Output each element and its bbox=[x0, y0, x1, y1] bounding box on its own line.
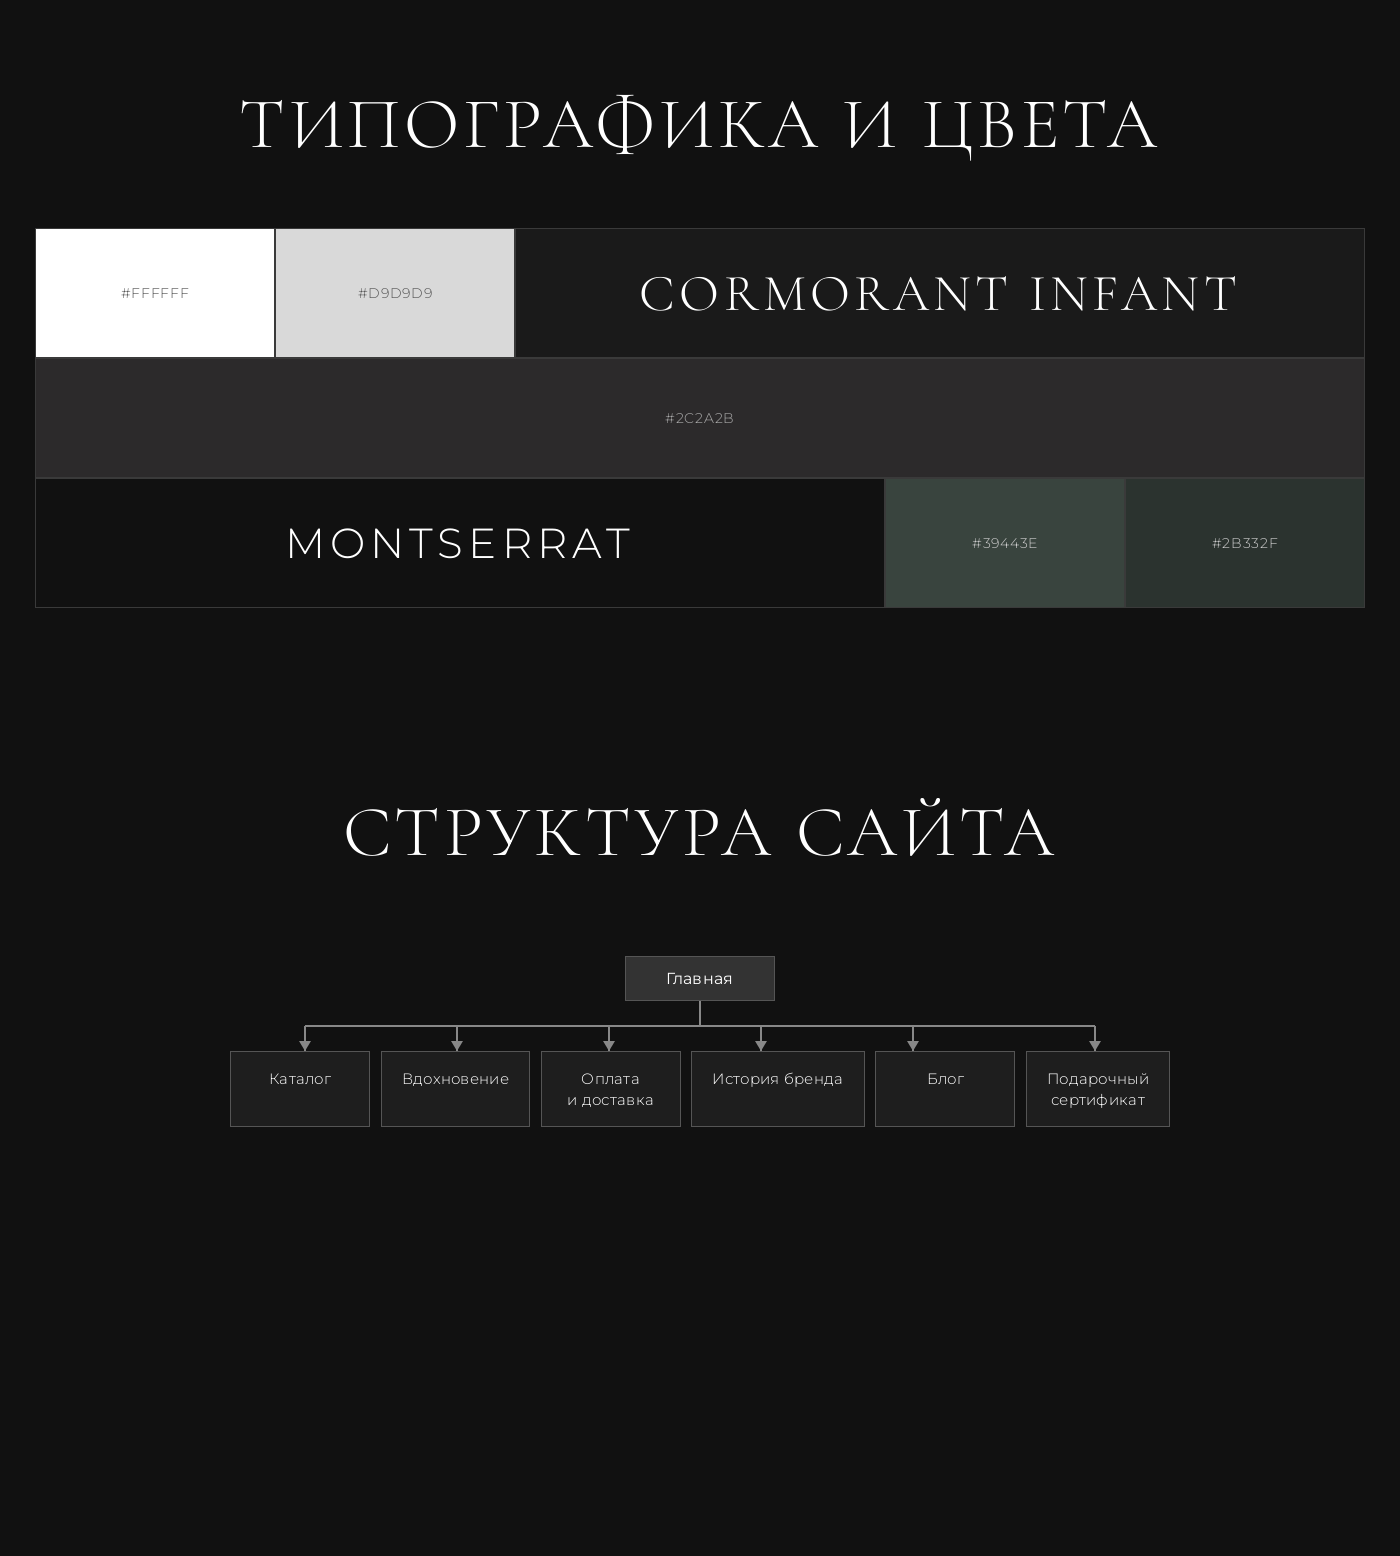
color-row-dark: #2C2A2B bbox=[35, 358, 1365, 478]
swatch-white: #FFFFFF bbox=[35, 228, 275, 358]
sitemap-child-catalog: Каталог bbox=[230, 1051, 370, 1127]
sitemap-connector-lines bbox=[230, 1001, 1170, 1051]
typography-title: ТИПОГРАФИКА И ЦВЕТА bbox=[35, 80, 1365, 168]
structure-title: СТРУКТУРА САЙТА bbox=[35, 788, 1365, 876]
sitemap: Главная bbox=[35, 956, 1365, 1127]
sitemap-child-blog: Блог bbox=[875, 1051, 1015, 1127]
svg-marker-13 bbox=[1089, 1041, 1101, 1051]
svg-marker-12 bbox=[907, 1041, 919, 1051]
svg-marker-8 bbox=[299, 1041, 311, 1051]
sitemap-children: Каталог Вдохновение Оплатаи доставка Ист… bbox=[230, 1051, 1170, 1127]
swatch-cormorant-font: CORMORANT INFANT bbox=[515, 228, 1365, 358]
sitemap-root: Главная bbox=[625, 956, 774, 1001]
color-grid-top: #FFFFFF #D9D9D9 CORMORANT INFANT bbox=[35, 228, 1365, 358]
sitemap-child-delivery: Оплатаи доставка bbox=[541, 1051, 681, 1127]
sitemap-child-gift: Подарочныйсертификат bbox=[1026, 1051, 1170, 1127]
typography-section: ТИПОГРАФИКА И ЦВЕТА #FFFFFF #D9D9D9 CORM… bbox=[0, 0, 1400, 608]
svg-marker-10 bbox=[603, 1041, 615, 1051]
color-grid-bottom: MONTSERRAT #39443E #2B332F bbox=[35, 478, 1365, 608]
svg-marker-11 bbox=[755, 1041, 767, 1051]
sitemap-child-brand: История бренда bbox=[691, 1051, 864, 1127]
swatch-dark: #2C2A2B bbox=[35, 358, 1365, 478]
svg-marker-9 bbox=[451, 1041, 463, 1051]
structure-section: СТРУКТУРА САЙТА Главная bbox=[0, 608, 1400, 1207]
swatch-lightgray: #D9D9D9 bbox=[275, 228, 515, 358]
swatch-montserrat-font: MONTSERRAT bbox=[35, 478, 885, 608]
sitemap-child-inspiration: Вдохновение bbox=[381, 1051, 530, 1127]
swatch-dark-teal: #2B332F bbox=[1125, 478, 1365, 608]
swatch-teal: #39443E bbox=[885, 478, 1125, 608]
